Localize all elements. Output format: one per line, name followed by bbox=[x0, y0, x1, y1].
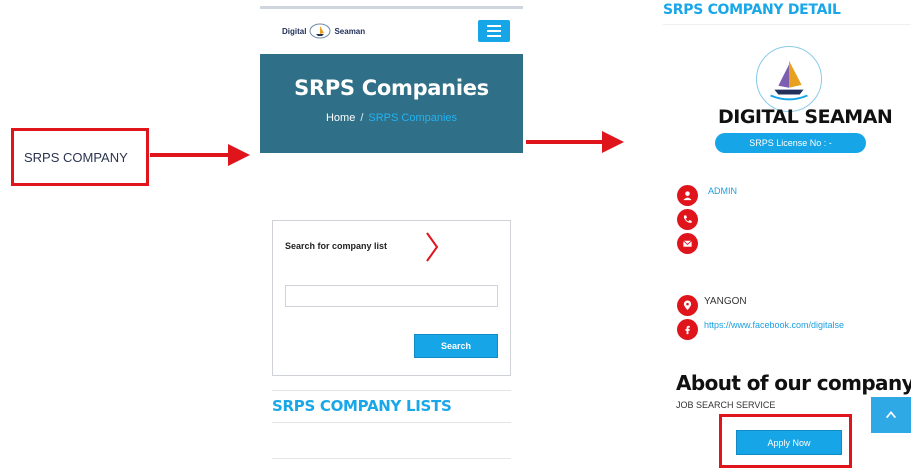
phone-icon[interactable] bbox=[677, 209, 698, 230]
hamburger-menu-icon[interactable] bbox=[478, 20, 510, 42]
breadcrumb-separator: / bbox=[360, 112, 364, 124]
facebook-link[interactable]: https://www.facebook.com/digitalse bbox=[704, 320, 904, 330]
arrow-right-icon bbox=[150, 143, 250, 167]
arrow-up-icon bbox=[885, 411, 897, 419]
company-location: YANGON bbox=[704, 296, 747, 307]
ship-logo-icon bbox=[309, 23, 331, 39]
search-label: Search for company list bbox=[285, 241, 388, 251]
search-button[interactable]: Search bbox=[414, 334, 498, 358]
company-lists-heading: SRPS COMPANY LISTS bbox=[272, 397, 452, 415]
scroll-to-top-button[interactable] bbox=[871, 397, 911, 433]
navbar: Digital Seaman bbox=[260, 14, 523, 54]
location-pin-icon bbox=[677, 295, 698, 316]
logo-text-right: Seaman bbox=[334, 26, 366, 36]
srps-company-menu-item[interactable]: SRPS COMPANY bbox=[11, 128, 149, 186]
license-badge: SRPS License No : - bbox=[715, 133, 866, 153]
mail-icon[interactable] bbox=[677, 233, 698, 254]
divider bbox=[272, 458, 511, 459]
search-input[interactable] bbox=[285, 285, 498, 307]
ship-logo-icon bbox=[770, 60, 808, 101]
contact-admin: ADMIN bbox=[708, 186, 737, 196]
divider bbox=[272, 422, 511, 423]
divider bbox=[272, 390, 511, 391]
facebook-icon[interactable] bbox=[677, 319, 698, 340]
companies-list-screen: Digital Seaman SRPS Companies Home / SRPS … bbox=[260, 0, 523, 471]
user-icon bbox=[677, 185, 698, 206]
breadcrumb-current: SRPS Companies bbox=[368, 112, 458, 124]
apply-now-button[interactable]: Apply Now bbox=[736, 430, 842, 455]
breadcrumb: Home / SRPS Companies bbox=[260, 112, 523, 124]
page-title: SRPS Companies bbox=[294, 76, 489, 100]
service-text: JOB SEARCH SERVICE bbox=[676, 400, 776, 410]
page-hero: SRPS Companies Home / SRPS Companies bbox=[260, 54, 523, 153]
logo-text-left: Digital bbox=[282, 26, 307, 36]
srps-company-label: SRPS COMPANY bbox=[24, 149, 128, 165]
about-heading: About of our company bbox=[676, 371, 911, 395]
search-card: Search for company list Search bbox=[272, 220, 511, 376]
company-detail-screen: SRPS COMPANY DETAIL DIGITAL SEAMAN SRPS … bbox=[663, 0, 911, 471]
company-name: DIGITAL SEAMAN bbox=[718, 106, 893, 128]
chevron-right-icon bbox=[426, 232, 439, 262]
detail-heading: SRPS COMPANY DETAIL bbox=[663, 2, 841, 18]
divider bbox=[663, 24, 911, 25]
top-divider bbox=[260, 6, 523, 9]
site-logo[interactable]: Digital Seaman bbox=[282, 23, 365, 39]
company-logo bbox=[756, 46, 822, 112]
arrow-right-icon bbox=[526, 130, 626, 154]
breadcrumb-home-link[interactable]: Home bbox=[326, 112, 355, 124]
